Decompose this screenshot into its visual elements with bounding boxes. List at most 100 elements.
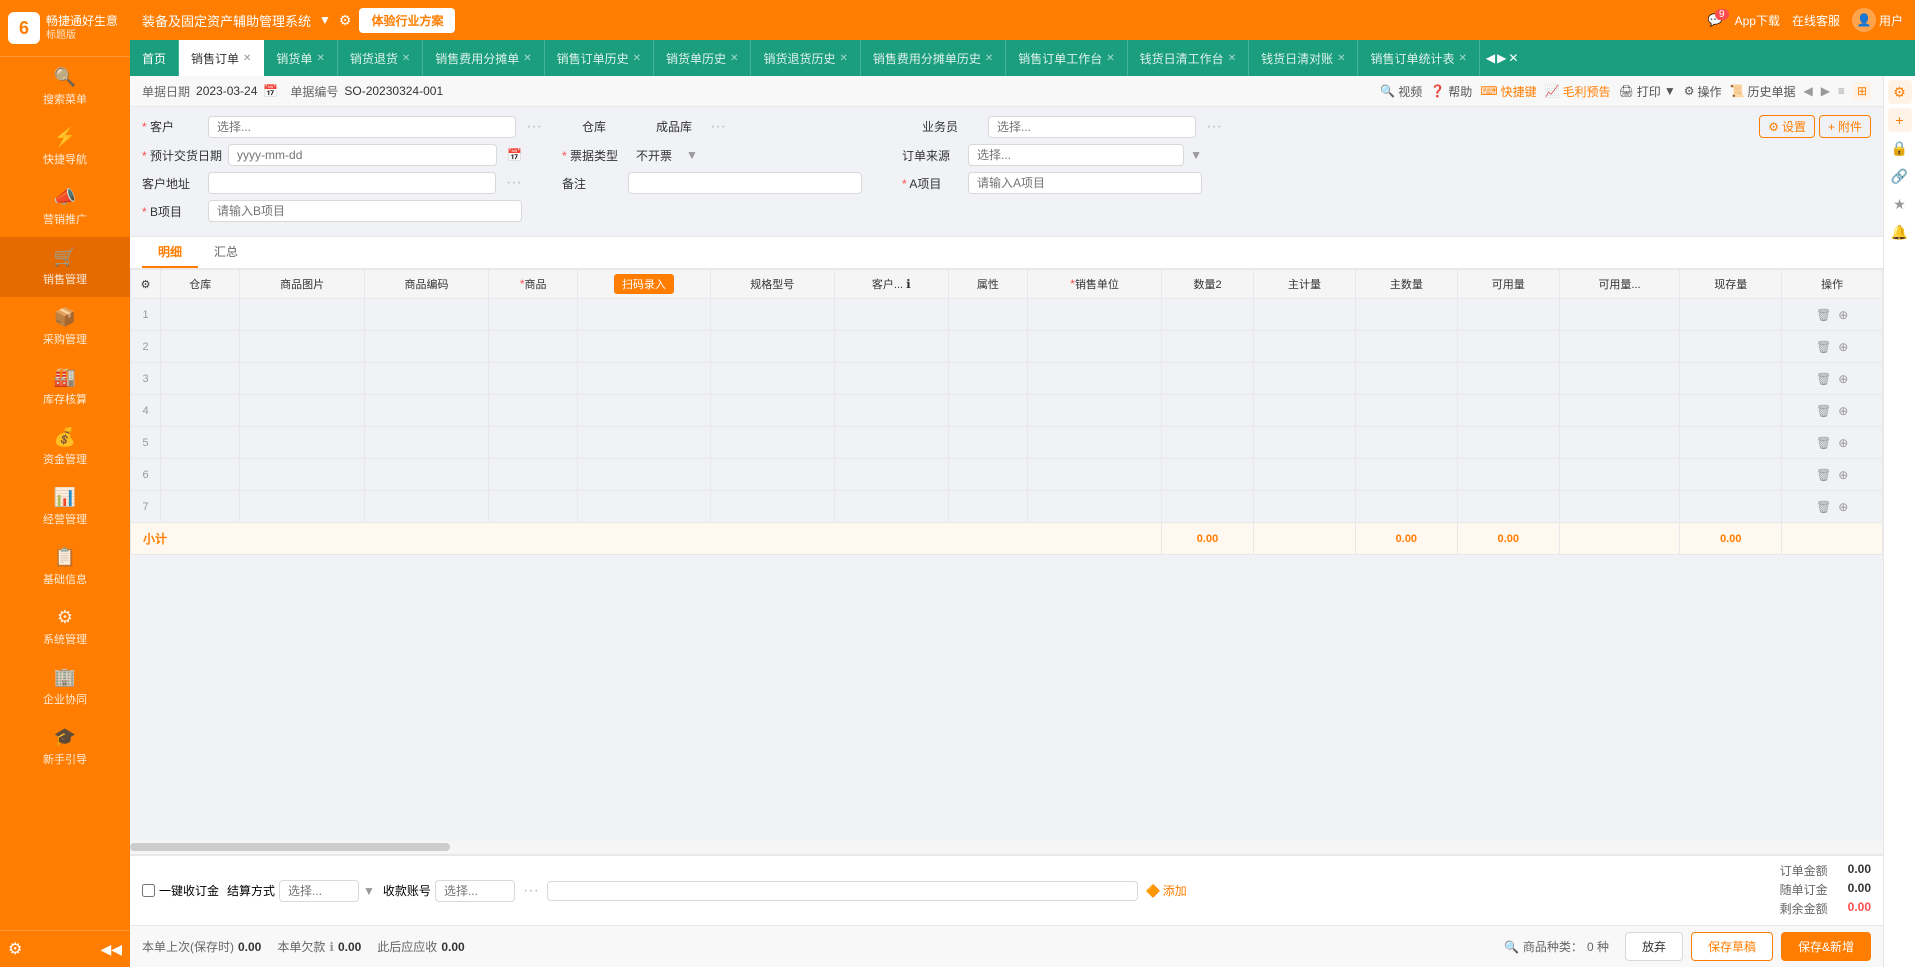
order-source-input[interactable] — [968, 144, 1184, 166]
row-unit[interactable] — [1028, 491, 1162, 523]
tab-summary[interactable]: 汇总 — [198, 237, 254, 268]
row-code[interactable] — [364, 491, 488, 523]
sidebar-item-sales[interactable]: 🛒 销售管理 — [0, 237, 130, 297]
tab-invoice[interactable]: 销货单 ✕ — [264, 40, 337, 76]
row-copy-icon[interactable]: ⊕ — [1838, 372, 1848, 386]
account-more-icon[interactable]: ··· — [523, 882, 539, 900]
row-main-qty[interactable] — [1355, 491, 1457, 523]
row-attr[interactable] — [948, 363, 1027, 395]
row-warehouse[interactable] — [161, 491, 240, 523]
row-unit[interactable] — [1028, 331, 1162, 363]
sidebar-item-enterprise[interactable]: 🏢 企业协同 — [0, 657, 130, 717]
help-action[interactable]: ❓ 帮助 — [1430, 83, 1472, 100]
sidebar-item-purchase[interactable]: 📦 采购管理 — [0, 297, 130, 357]
print-dropdown-icon[interactable]: ▼ — [1664, 84, 1676, 98]
tab-order-history[interactable]: 销售订单历史 ✕ — [545, 40, 654, 76]
row-warehouse[interactable] — [161, 395, 240, 427]
row-code[interactable] — [364, 395, 488, 427]
tab-order-history-close[interactable]: ✕ — [633, 53, 641, 64]
payment-input[interactable] — [279, 880, 359, 902]
row-customer-code[interactable] — [834, 363, 948, 395]
row-qty2[interactable] — [1162, 427, 1254, 459]
tab-invoice-history[interactable]: 销货单历史 ✕ — [654, 40, 751, 76]
row-product[interactable] — [489, 331, 578, 363]
row-unit[interactable] — [1028, 363, 1162, 395]
sidebar-item-search[interactable]: 🔍 搜索菜单 — [0, 57, 130, 117]
row-copy-icon[interactable]: ⊕ — [1838, 500, 1848, 514]
order-source-dropdown-icon[interactable]: ▼ — [1190, 148, 1202, 162]
row-product[interactable] — [489, 491, 578, 523]
row-code[interactable] — [364, 331, 488, 363]
tab-clearance-workbench[interactable]: 钱货日清工作台 ✕ — [1128, 40, 1249, 76]
save-new-btn[interactable]: 保存&新增 — [1781, 932, 1871, 961]
row-warehouse[interactable] — [161, 363, 240, 395]
nav-arrows[interactable]: ◀ ▶ ✕ — [1480, 51, 1525, 65]
tab-return-history-close[interactable]: ✕ — [839, 53, 847, 64]
message-badge[interactable]: 💬 9 — [1708, 13, 1723, 27]
sidebar-item-system[interactable]: ⚙ 系统管理 — [0, 597, 130, 657]
row-main-qty[interactable] — [1355, 427, 1457, 459]
row-spec[interactable] — [710, 299, 834, 331]
tab-invoice-history-close[interactable]: ✕ — [730, 53, 738, 64]
row-copy-icon[interactable]: ⊕ — [1838, 436, 1848, 450]
row-warehouse[interactable] — [161, 427, 240, 459]
tab-expense-history[interactable]: 销售费用分摊单历史 ✕ — [861, 40, 1006, 76]
settings-bottom-icon[interactable]: ⚙ — [8, 939, 22, 959]
row-main-qty[interactable] — [1355, 395, 1457, 427]
staff-more-icon[interactable]: ··· — [1206, 118, 1222, 136]
row-customer-code[interactable] — [834, 331, 948, 363]
row-attr[interactable] — [948, 427, 1027, 459]
row-unit[interactable] — [1028, 459, 1162, 491]
right-settings-icon[interactable]: ⚙ — [1888, 80, 1912, 104]
tab-stats[interactable]: 销售订单统计表 ✕ — [1358, 40, 1479, 76]
row-delete-icon[interactable]: 🗑 — [1816, 404, 1831, 418]
tab-expense-history-close[interactable]: ✕ — [985, 53, 993, 64]
row-product[interactable] — [489, 427, 578, 459]
row-qty2[interactable] — [1162, 299, 1254, 331]
setup-btn[interactable]: ⚙设置 — [1759, 115, 1815, 138]
row-spec[interactable] — [710, 395, 834, 427]
b-project-input[interactable] — [208, 200, 522, 222]
row-unit[interactable] — [1028, 299, 1162, 331]
toolbar-table-icon[interactable]: ⊞ — [1853, 82, 1871, 100]
sidebar-item-quicknav[interactable]: ⚡ 快捷导航 — [0, 117, 130, 177]
topbar-dropdown-arrow[interactable]: ▼ — [319, 13, 331, 27]
amount-input[interactable]: 0.00 — [547, 881, 1138, 901]
row-main-qty[interactable] — [1355, 331, 1457, 363]
row-code[interactable] — [364, 299, 488, 331]
scroll-bar[interactable] — [130, 843, 450, 851]
row-main-qty[interactable] — [1355, 459, 1457, 491]
row-unit[interactable] — [1028, 427, 1162, 459]
a-project-input[interactable] — [968, 172, 1202, 194]
row-code[interactable] — [364, 459, 488, 491]
row-delete-icon[interactable]: 🗑 — [1816, 500, 1831, 514]
row-copy-icon[interactable]: ⊕ — [1838, 308, 1848, 322]
sidebar-item-finance[interactable]: 💰 资金管理 — [0, 417, 130, 477]
tab-reconcile-close[interactable]: ✕ — [1337, 53, 1345, 64]
save-draft-btn[interactable]: 保存草稿 — [1691, 932, 1773, 961]
tab-order-workbench[interactable]: 销售订单工作台 ✕ — [1006, 40, 1127, 76]
row-main-qty[interactable] — [1355, 363, 1457, 395]
row-qty2[interactable] — [1162, 363, 1254, 395]
account-input[interactable] — [435, 880, 515, 902]
payment-dropdown-icon[interactable]: ▼ — [363, 884, 375, 898]
staff-input[interactable] — [988, 116, 1196, 138]
row-product[interactable] — [489, 363, 578, 395]
sidebar-item-inventory[interactable]: 🏭 库存核算 — [0, 357, 130, 417]
row-delete-icon[interactable]: 🗑 — [1816, 308, 1831, 322]
row-warehouse[interactable] — [161, 299, 240, 331]
calendar2-icon[interactable]: 📅 — [507, 148, 522, 162]
row-spec[interactable] — [710, 363, 834, 395]
row-attr[interactable] — [948, 331, 1027, 363]
row-code[interactable] — [364, 363, 488, 395]
toolbar-nav-prev[interactable]: ◀ — [1803, 84, 1812, 98]
tab-sales-order[interactable]: 销售订单 ✕ — [179, 40, 264, 76]
tab-return[interactable]: 销货退货 ✕ — [338, 40, 423, 76]
right-alert-icon[interactable]: 🔔 — [1888, 220, 1912, 244]
row-customer-code[interactable] — [834, 299, 948, 331]
print-action[interactable]: 🖨 打印 ▼ — [1619, 83, 1676, 100]
row-warehouse[interactable] — [161, 331, 240, 363]
customer-input[interactable] — [208, 116, 516, 138]
row-spec[interactable] — [710, 331, 834, 363]
row-attr[interactable] — [948, 395, 1027, 427]
